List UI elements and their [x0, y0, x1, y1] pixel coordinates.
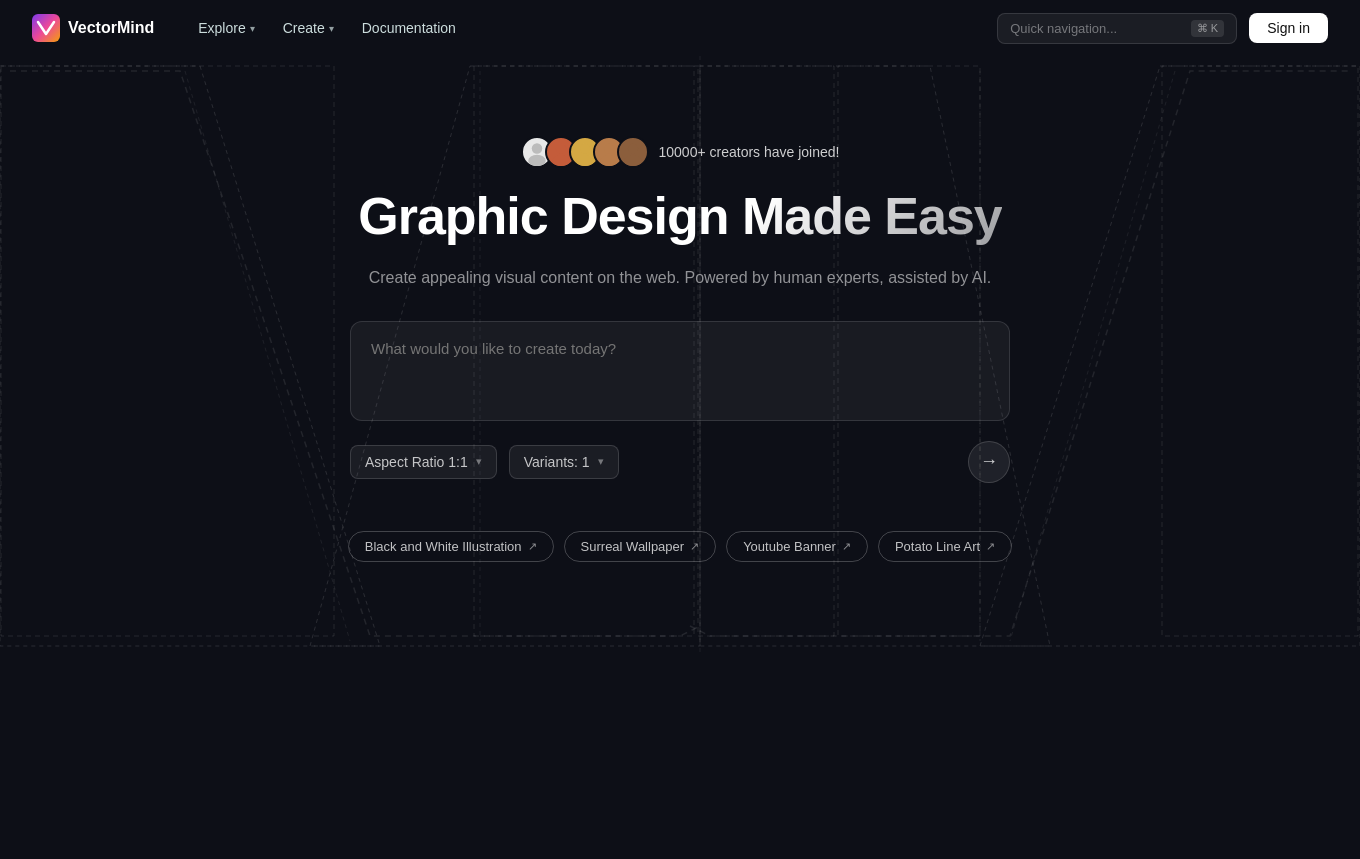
hero-subtitle: Create appealing visual content on the w… — [369, 265, 992, 291]
nav-right: Quick navigation... ⌘ K Sign in — [997, 13, 1328, 44]
avatar-group — [521, 136, 649, 168]
chevron-down-icon: ▾ — [476, 455, 482, 468]
svg-rect-5 — [1, 66, 334, 636]
svg-point-18 — [552, 155, 570, 166]
nav-create[interactable]: Create ▾ — [271, 14, 346, 42]
create-textarea[interactable] — [350, 321, 1010, 421]
logo-icon — [32, 14, 60, 42]
nav-links: Explore ▾ Create ▾ Documentation — [186, 14, 468, 42]
avatar — [617, 136, 649, 168]
chevron-down-icon: ▾ — [250, 23, 255, 34]
hero-title: Graphic Design Made Easy — [358, 188, 1002, 245]
chevron-down-icon: ▾ — [598, 455, 604, 468]
variants-select[interactable]: Variants: 1 ▾ — [509, 445, 619, 479]
svg-point-21 — [603, 143, 614, 154]
arrow-icon: ↗ — [986, 540, 995, 553]
arrow-icon: ↗ — [528, 540, 537, 553]
search-placeholder: Quick navigation... — [1010, 21, 1117, 36]
arrow-icon: ↗ — [842, 540, 851, 553]
variants-label: Variants: 1 — [524, 454, 590, 470]
search-shortcut: ⌘ K — [1191, 20, 1224, 37]
aspect-ratio-label: Aspect Ratio 1:1 — [365, 454, 468, 470]
svg-point-16 — [528, 155, 546, 166]
chip-label: Surreal Wallpaper — [581, 539, 685, 554]
svg-point-24 — [624, 155, 642, 166]
chip-surreal-wallpaper[interactable]: Surreal Wallpaper ↗ — [564, 531, 717, 562]
svg-point-19 — [579, 143, 590, 154]
chip-label: Potato Line Art — [895, 539, 980, 554]
chip-label: Youtube Banner — [743, 539, 836, 554]
controls-row: Aspect Ratio 1:1 ▾ Variants: 1 ▾ → — [350, 441, 1010, 483]
sign-in-button[interactable]: Sign in — [1249, 13, 1328, 43]
chevron-down-icon: ▾ — [329, 23, 334, 34]
svg-point-22 — [600, 155, 618, 166]
navbar: VectorMind Explore ▾ Create ▾ Documentat… — [0, 0, 1360, 56]
nav-left: VectorMind Explore ▾ Create ▾ Documentat… — [32, 14, 468, 42]
svg-point-20 — [576, 155, 594, 166]
search-box[interactable]: Quick navigation... ⌘ K — [997, 13, 1237, 44]
submit-button[interactable]: → — [968, 441, 1010, 483]
svg-point-15 — [531, 143, 542, 154]
suggestion-chips: Black and White Illustration ↗ Surreal W… — [348, 531, 1012, 562]
nav-documentation[interactable]: Documentation — [350, 14, 468, 42]
arrow-icon: ↗ — [690, 540, 699, 553]
chip-youtube-banner[interactable]: Youtube Banner ↗ — [726, 531, 868, 562]
hero-section: 10000+ creators have joined! Graphic Des… — [0, 56, 1360, 776]
svg-point-23 — [627, 143, 638, 154]
svg-rect-0 — [32, 14, 60, 42]
chip-black-white-illustration[interactable]: Black and White Illustration ↗ — [348, 531, 554, 562]
chip-label: Black and White Illustration — [365, 539, 522, 554]
svg-rect-9 — [1162, 66, 1358, 636]
logo[interactable]: VectorMind — [32, 14, 154, 42]
social-proof-text: 10000+ creators have joined! — [659, 144, 840, 160]
hero-content: 10000+ creators have joined! Graphic Des… — [310, 136, 1050, 562]
aspect-ratio-select[interactable]: Aspect Ratio 1:1 ▾ — [350, 445, 497, 479]
svg-point-17 — [555, 143, 566, 154]
nav-explore[interactable]: Explore ▾ — [186, 14, 266, 42]
logo-text: VectorMind — [68, 19, 154, 37]
social-proof: 10000+ creators have joined! — [521, 136, 840, 168]
create-input-area: Aspect Ratio 1:1 ▾ Variants: 1 ▾ → — [350, 321, 1010, 483]
arrow-right-icon: → — [980, 451, 998, 472]
chip-potato-line-art[interactable]: Potato Line Art ↗ — [878, 531, 1012, 562]
